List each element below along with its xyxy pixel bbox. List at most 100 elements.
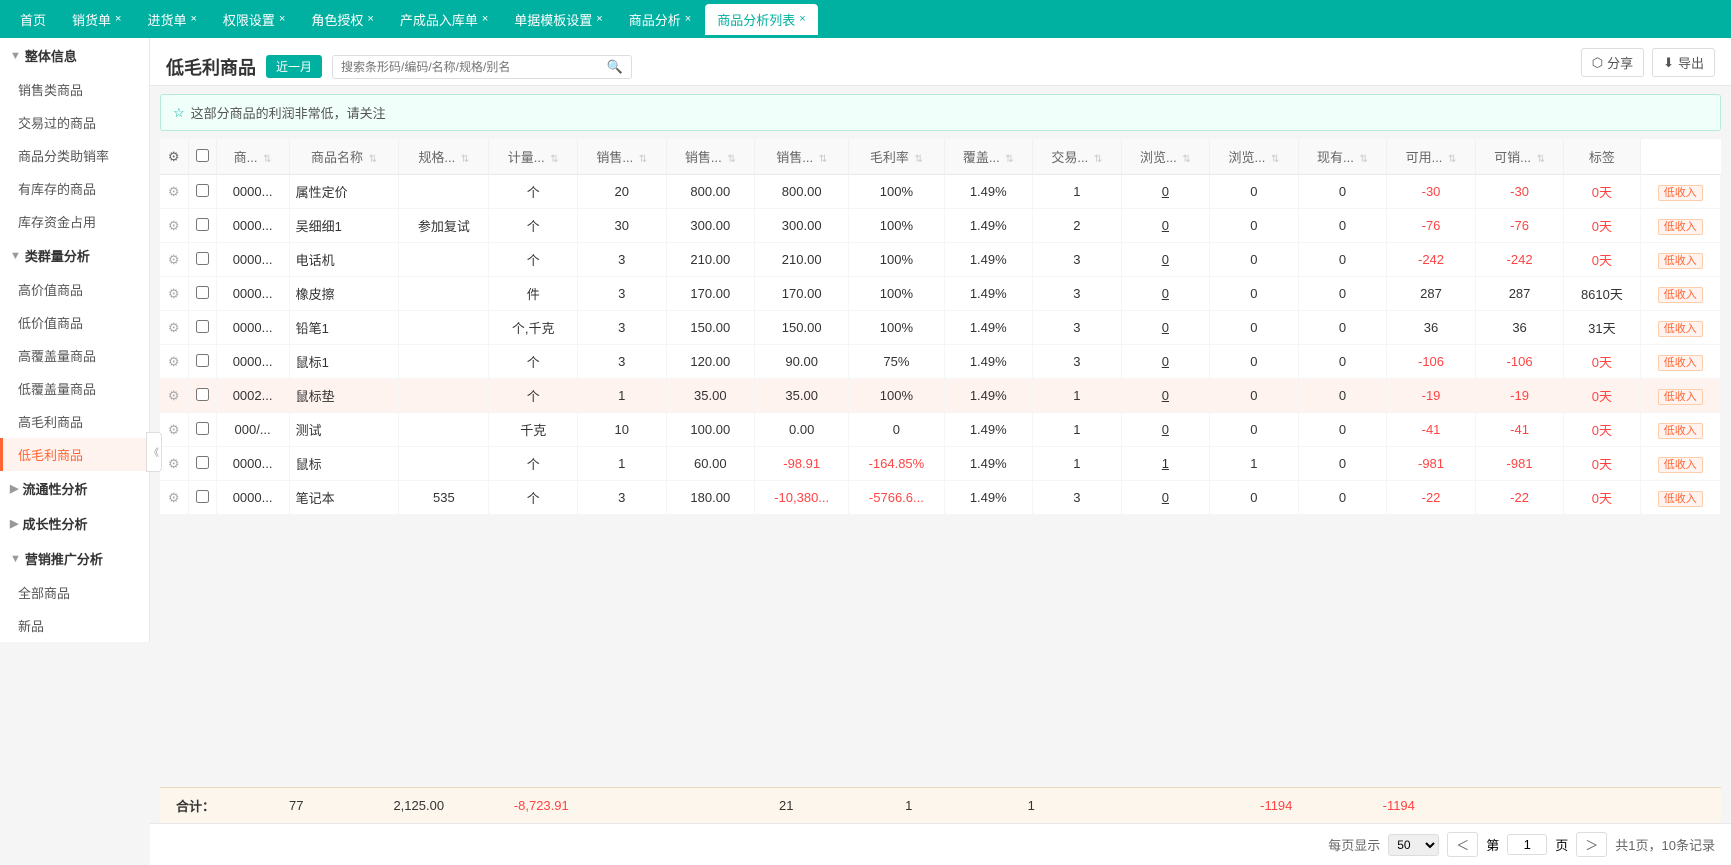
nav-template[interactable]: 单据模板设置 ×: [502, 4, 614, 35]
nav-close-template[interactable]: ×: [596, 13, 602, 25]
nav-close-permissions[interactable]: ×: [279, 13, 285, 25]
row-cover: 1: [1033, 413, 1122, 447]
row-gear[interactable]: ⚙: [160, 277, 188, 311]
row-gear[interactable]: ⚙: [160, 311, 188, 345]
row-amount: -98.91: [755, 447, 849, 481]
nav-close-list[interactable]: ×: [799, 13, 805, 25]
nav-permissions[interactable]: 权限设置 ×: [211, 4, 297, 35]
row-checkbox[interactable]: [188, 243, 216, 277]
row-gear[interactable]: ⚙: [160, 345, 188, 379]
row-trade[interactable]: 0: [1121, 175, 1210, 209]
sidebar-collapse-btn[interactable]: 《: [146, 432, 162, 472]
row-spec: [399, 311, 489, 345]
search-icon[interactable]: 🔍: [607, 59, 623, 75]
sidebar-item-sales-products[interactable]: 销售类商品: [0, 73, 149, 106]
row-name: 电话机: [289, 243, 399, 277]
time-filter-button[interactable]: 近一月: [266, 55, 322, 78]
row-margin: 1.49%: [944, 243, 1033, 277]
row-amount: 170.00: [755, 277, 849, 311]
row-trade[interactable]: 0: [1121, 209, 1210, 243]
page-size-select[interactable]: 50 100 200: [1388, 834, 1439, 856]
sidebar-item-all-products[interactable]: 全部商品: [0, 576, 149, 609]
row-trade[interactable]: 1: [1121, 447, 1210, 481]
prev-page-btn[interactable]: ＜: [1447, 832, 1478, 857]
nav-product-analysis[interactable]: 商品分析 ×: [617, 4, 703, 35]
search-input[interactable]: [341, 60, 607, 74]
sidebar-item-traded-products[interactable]: 交易过的商品: [0, 106, 149, 139]
next-page-btn[interactable]: ＞: [1576, 832, 1607, 857]
sidebar-item-category-rate[interactable]: 商品分类助销率: [0, 139, 149, 172]
th-code: 商... ⇅: [216, 139, 289, 175]
nav-home[interactable]: 首页: [8, 4, 58, 35]
row-checkbox[interactable]: [188, 413, 216, 447]
row-gear[interactable]: ⚙: [160, 175, 188, 209]
th-gear[interactable]: ⚙: [160, 139, 188, 175]
sidebar-group-growth[interactable]: ▶ 成长性分析: [0, 506, 149, 541]
row-gear[interactable]: ⚙: [160, 209, 188, 243]
row-checkbox[interactable]: [188, 277, 216, 311]
nav-close-product-analysis[interactable]: ×: [685, 13, 691, 25]
sidebar-item-high-margin[interactable]: 高毛利商品: [0, 405, 149, 438]
page-total-info: 共1页，10条记录: [1615, 835, 1715, 854]
row-checkbox[interactable]: [188, 175, 216, 209]
table-header-row: ⚙ 商... ⇅ 商品名称 ⇅ 规格... ⇅ 计量... ⇅ 销售... ⇅ …: [160, 139, 1721, 175]
nav-product-in[interactable]: 产成品入库单 ×: [388, 4, 500, 35]
sidebar-group-overall[interactable]: ▼ 整体信息: [0, 38, 149, 73]
main-layout: ▼ 整体信息 销售类商品 交易过的商品 商品分类助销率 有库存的商品 库存资金占…: [0, 38, 1731, 865]
sidebar-item-new-products[interactable]: 新品: [0, 609, 149, 642]
row-trade[interactable]: 0: [1121, 379, 1210, 413]
row-gear[interactable]: ⚙: [160, 481, 188, 515]
export-button[interactable]: ⬇ 导出: [1652, 48, 1715, 77]
sidebar-item-low-coverage[interactable]: 低覆盖量商品: [0, 372, 149, 405]
nav-sales[interactable]: 销货单 ×: [60, 4, 133, 35]
row-stock: -41: [1387, 413, 1476, 447]
row-trade[interactable]: 0: [1121, 413, 1210, 447]
row-price: 180.00: [666, 481, 755, 515]
row-days: 8610天: [1564, 277, 1640, 311]
sidebar-group-marketing[interactable]: ▼ 营销推广分析: [0, 541, 149, 576]
row-tag: 低收入: [1640, 481, 1721, 515]
row-checkbox[interactable]: [188, 311, 216, 345]
nav-purchase[interactable]: 进货单 ×: [135, 4, 208, 35]
row-stock: -30: [1387, 175, 1476, 209]
row-name: 鼠标: [289, 447, 399, 481]
table-wrapper[interactable]: ⚙ 商... ⇅ 商品名称 ⇅ 规格... ⇅ 计量... ⇅ 销售... ⇅ …: [160, 139, 1721, 787]
sidebar-item-instock-products[interactable]: 有库存的商品: [0, 172, 149, 205]
row-trade[interactable]: 0: [1121, 277, 1210, 311]
footer-spacer3: [1460, 798, 1583, 813]
row-checkbox[interactable]: [188, 481, 216, 515]
nav-close-purchase[interactable]: ×: [190, 13, 196, 25]
th-spec: 规格... ⇅: [399, 139, 489, 175]
row-tag: 低收入: [1640, 277, 1721, 311]
row-trade[interactable]: 0: [1121, 311, 1210, 345]
nav-close-roles[interactable]: ×: [367, 13, 373, 25]
select-all-checkbox[interactable]: [196, 149, 209, 162]
nav-close-sales[interactable]: ×: [115, 13, 121, 25]
row-checkbox[interactable]: [188, 379, 216, 413]
row-trade[interactable]: 0: [1121, 345, 1210, 379]
nav-roles[interactable]: 角色授权 ×: [299, 4, 385, 35]
row-cover: 3: [1033, 345, 1122, 379]
row-trade[interactable]: 0: [1121, 243, 1210, 277]
sidebar-item-high-value[interactable]: 高价值商品: [0, 273, 149, 306]
row-avail: 287: [1475, 277, 1564, 311]
row-gear[interactable]: ⚙: [160, 447, 188, 481]
sidebar-item-stock-funds[interactable]: 库存资金占用: [0, 205, 149, 238]
row-gear[interactable]: ⚙: [160, 243, 188, 277]
sidebar-group-cluster[interactable]: ▼ 类群量分析: [0, 238, 149, 273]
page-number-input[interactable]: [1507, 834, 1547, 855]
row-trade[interactable]: 0: [1121, 481, 1210, 515]
notice-text: 这部分商品的利润非常低，请关注: [191, 103, 386, 122]
row-checkbox[interactable]: [188, 209, 216, 243]
nav-product-analysis-list[interactable]: 商品分析列表 ×: [705, 4, 817, 35]
sidebar-item-high-coverage[interactable]: 高覆盖量商品: [0, 339, 149, 372]
sidebar-item-low-margin[interactable]: 低毛利商品: [0, 438, 149, 471]
share-button[interactable]: ⬡ 分享: [1581, 48, 1644, 77]
sidebar-item-low-value[interactable]: 低价值商品: [0, 306, 149, 339]
row-gear[interactable]: ⚙: [160, 379, 188, 413]
sidebar-group-flow[interactable]: ▶ 流通性分析: [0, 471, 149, 506]
nav-close-product-in[interactable]: ×: [482, 13, 488, 25]
row-checkbox[interactable]: [188, 447, 216, 481]
row-gear[interactable]: ⚙: [160, 413, 188, 447]
row-checkbox[interactable]: [188, 345, 216, 379]
